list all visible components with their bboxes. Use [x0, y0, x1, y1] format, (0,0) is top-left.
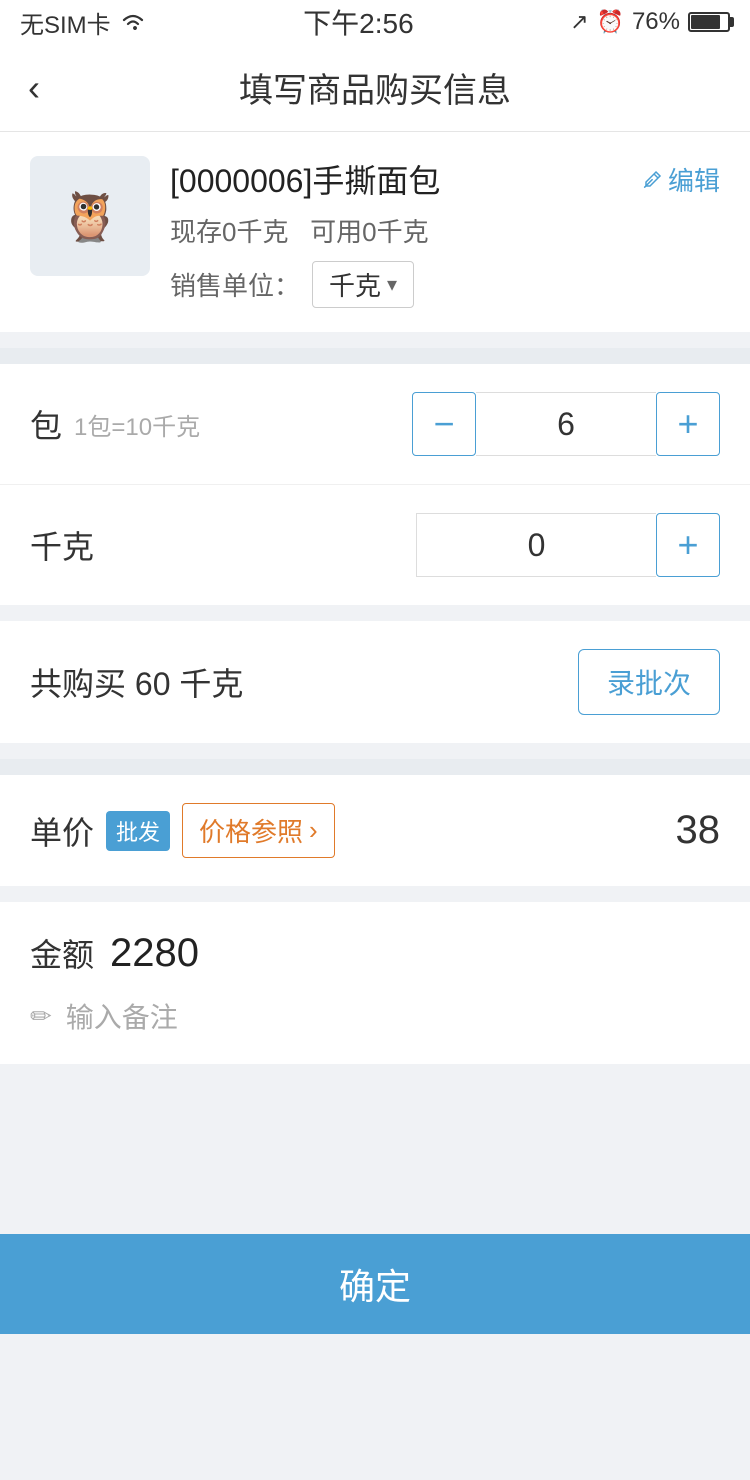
note-placeholder: 输入备注 — [66, 996, 178, 1036]
nav-bar: ‹ 填写商品购买信息 — [0, 44, 750, 132]
edit-button[interactable]: 编辑 — [642, 161, 720, 198]
price-section: 单价 批发 价格参照 › 38 — [0, 775, 750, 886]
bag-label: 包 1包=10千克 — [30, 401, 200, 447]
divider-2 — [0, 759, 750, 775]
status-left: 无SIM卡 — [20, 5, 147, 40]
bag-sublabel: 1包=10千克 — [74, 407, 200, 442]
alarm-icon: ⏰ — [597, 9, 624, 35]
location-icon: ↗ — [570, 9, 588, 35]
total-row: 共购买 60 千克 录批次 — [0, 621, 750, 743]
price-value: 38 — [676, 808, 721, 853]
product-info: [0000006]手撕面包 编辑 现存0千克 可用0千克 销售单位： 千克 ▾ — [170, 156, 720, 308]
amount-section: 金额 2280 ✏ 输入备注 — [0, 902, 750, 1064]
note-row[interactable]: ✏ 输入备注 — [30, 996, 720, 1036]
product-name: [0000006]手撕面包 — [170, 156, 440, 202]
input-section: 包 1包=10千克 − + 千克 + — [0, 364, 750, 605]
price-label: 单价 — [30, 808, 94, 854]
unit-select[interactable]: 千克 ▾ — [312, 261, 414, 308]
product-card: 🦉 [0000006]手撕面包 编辑 现存0千克 可用0千克 销售单位： 千 — [0, 132, 750, 332]
bag-qty-input[interactable] — [476, 392, 656, 456]
confirm-button-label: 确定 — [339, 1258, 411, 1310]
total-text: 共购买 60 千克 — [30, 659, 243, 705]
kg-input-row: 千克 + — [0, 485, 750, 605]
batch-tag: 批发 — [106, 811, 170, 851]
product-stock: 现存0千克 可用0千克 — [170, 212, 720, 249]
unit-label: 销售单位： — [170, 266, 300, 303]
product-thumb-icon: 🦉 — [60, 188, 120, 245]
status-time: 下午2:56 — [303, 2, 414, 42]
kg-qty-input[interactable] — [416, 513, 656, 577]
battery-percent: 76% — [632, 8, 680, 36]
note-icon: ✏ — [30, 1001, 52, 1032]
battery-icon — [688, 12, 730, 32]
bag-plus-button[interactable]: + — [656, 392, 720, 456]
price-row: 单价 批发 价格参照 › 38 — [30, 803, 720, 858]
status-right: ↗ ⏰ 76% — [570, 8, 730, 36]
confirm-bar[interactable]: 确定 — [0, 1234, 750, 1334]
unit-select-arrow: ▾ — [387, 272, 397, 297]
wifi-icon — [119, 12, 147, 32]
amount-label: 金额 — [30, 930, 94, 976]
batch-button[interactable]: 录批次 — [578, 649, 720, 715]
bag-qty-control: − + — [412, 392, 720, 456]
edit-icon — [642, 168, 664, 190]
page-title: 填写商品购买信息 — [239, 63, 511, 112]
divider-1 — [0, 348, 750, 364]
product-thumbnail: 🦉 — [30, 156, 150, 276]
kg-qty-control: + — [416, 513, 720, 577]
amount-row: 金额 2280 — [30, 930, 720, 976]
kg-plus-button[interactable]: + — [656, 513, 720, 577]
price-ref-button[interactable]: 价格参照 › — [182, 803, 335, 858]
bag-minus-button[interactable]: − — [412, 392, 476, 456]
status-bar: 无SIM卡 下午2:56 ↗ ⏰ 76% — [0, 0, 750, 44]
price-label-group: 单价 批发 价格参照 › — [30, 803, 335, 858]
carrier-text: 无SIM卡 — [20, 5, 111, 40]
bag-input-row: 包 1包=10千克 − + — [0, 364, 750, 485]
amount-value: 2280 — [110, 931, 199, 976]
product-unit-row: 销售单位： 千克 ▾ — [170, 261, 720, 308]
kg-label: 千克 — [30, 522, 150, 568]
product-name-row: [0000006]手撕面包 编辑 — [170, 156, 720, 202]
back-button[interactable]: ‹ — [28, 67, 40, 109]
